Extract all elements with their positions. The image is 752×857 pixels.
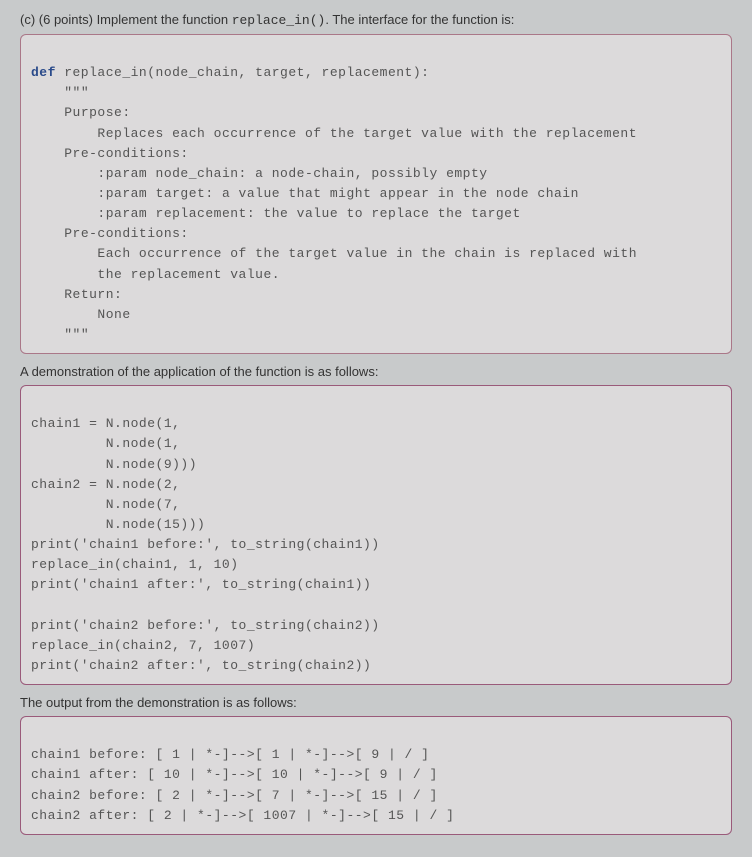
- postcond-line1: Each occurrence of the target value in t…: [97, 246, 637, 261]
- demo-line: print('chain2 after:', to_string(chain2)…: [31, 658, 371, 673]
- def-signature: replace_in(node_chain, target, replaceme…: [56, 65, 430, 80]
- output-line: chain1 after: [ 10 | *-]-->[ 10 | *-]-->…: [31, 767, 438, 782]
- demo-line: chain1 = N.node(1,: [31, 416, 180, 431]
- demo-line: replace_in(chain2, 7, 1007): [31, 638, 255, 653]
- def-keyword: def: [31, 65, 56, 80]
- demo-line: N.node(9))): [31, 457, 197, 472]
- code-block-interface: def replace_in(node_chain, target, repla…: [20, 34, 732, 354]
- code-block-output: chain1 before: [ 1 | *-]-->[ 1 | *-]-->[…: [20, 716, 732, 835]
- demo-line: N.node(1,: [31, 436, 180, 451]
- docstring-open: """: [64, 85, 89, 100]
- output-intro: The output from the demonstration is as …: [20, 695, 732, 710]
- demo-intro: A demonstration of the application of th…: [20, 364, 732, 379]
- param-target: :param target: a value that might appear…: [97, 186, 578, 201]
- function-name: replace_in(): [232, 13, 326, 28]
- output-line: chain2 before: [ 2 | *-]-->[ 7 | *-]-->[…: [31, 788, 438, 803]
- question-header: (c) (6 points) Implement the function re…: [20, 12, 732, 28]
- purpose-text: Replaces each occurrence of the target v…: [97, 126, 637, 141]
- precond-heading-1: Pre-conditions:: [64, 146, 189, 161]
- docstring-close: """: [64, 327, 89, 342]
- demo-line: print('chain1 before:', to_string(chain1…: [31, 537, 380, 552]
- output-line: chain1 before: [ 1 | *-]-->[ 1 | *-]-->[…: [31, 747, 429, 762]
- purpose-heading: Purpose:: [64, 105, 130, 120]
- param-node-chain: :param node_chain: a node-chain, possibl…: [97, 166, 487, 181]
- output-line: chain2 after: [ 2 | *-]-->[ 1007 | *-]--…: [31, 808, 454, 823]
- param-replacement: :param replacement: the value to replace…: [97, 206, 520, 221]
- demo-line: N.node(15))): [31, 517, 205, 532]
- return-heading: Return:: [64, 287, 122, 302]
- demo-line: N.node(7,: [31, 497, 180, 512]
- question-suffix: . The interface for the function is:: [325, 12, 514, 27]
- return-value: None: [97, 307, 130, 322]
- postcond-line2: the replacement value.: [97, 267, 280, 282]
- demo-line: print('chain2 before:', to_string(chain2…: [31, 618, 380, 633]
- question-prefix: (c) (6 points) Implement the function: [20, 12, 232, 27]
- demo-line: print('chain1 after:', to_string(chain1)…: [31, 577, 371, 592]
- demo-line: chain2 = N.node(2,: [31, 477, 180, 492]
- precond-heading-2: Pre-conditions:: [64, 226, 189, 241]
- demo-line: replace_in(chain1, 1, 10): [31, 557, 239, 572]
- code-block-demo: chain1 = N.node(1, N.node(1, N.node(9)))…: [20, 385, 732, 685]
